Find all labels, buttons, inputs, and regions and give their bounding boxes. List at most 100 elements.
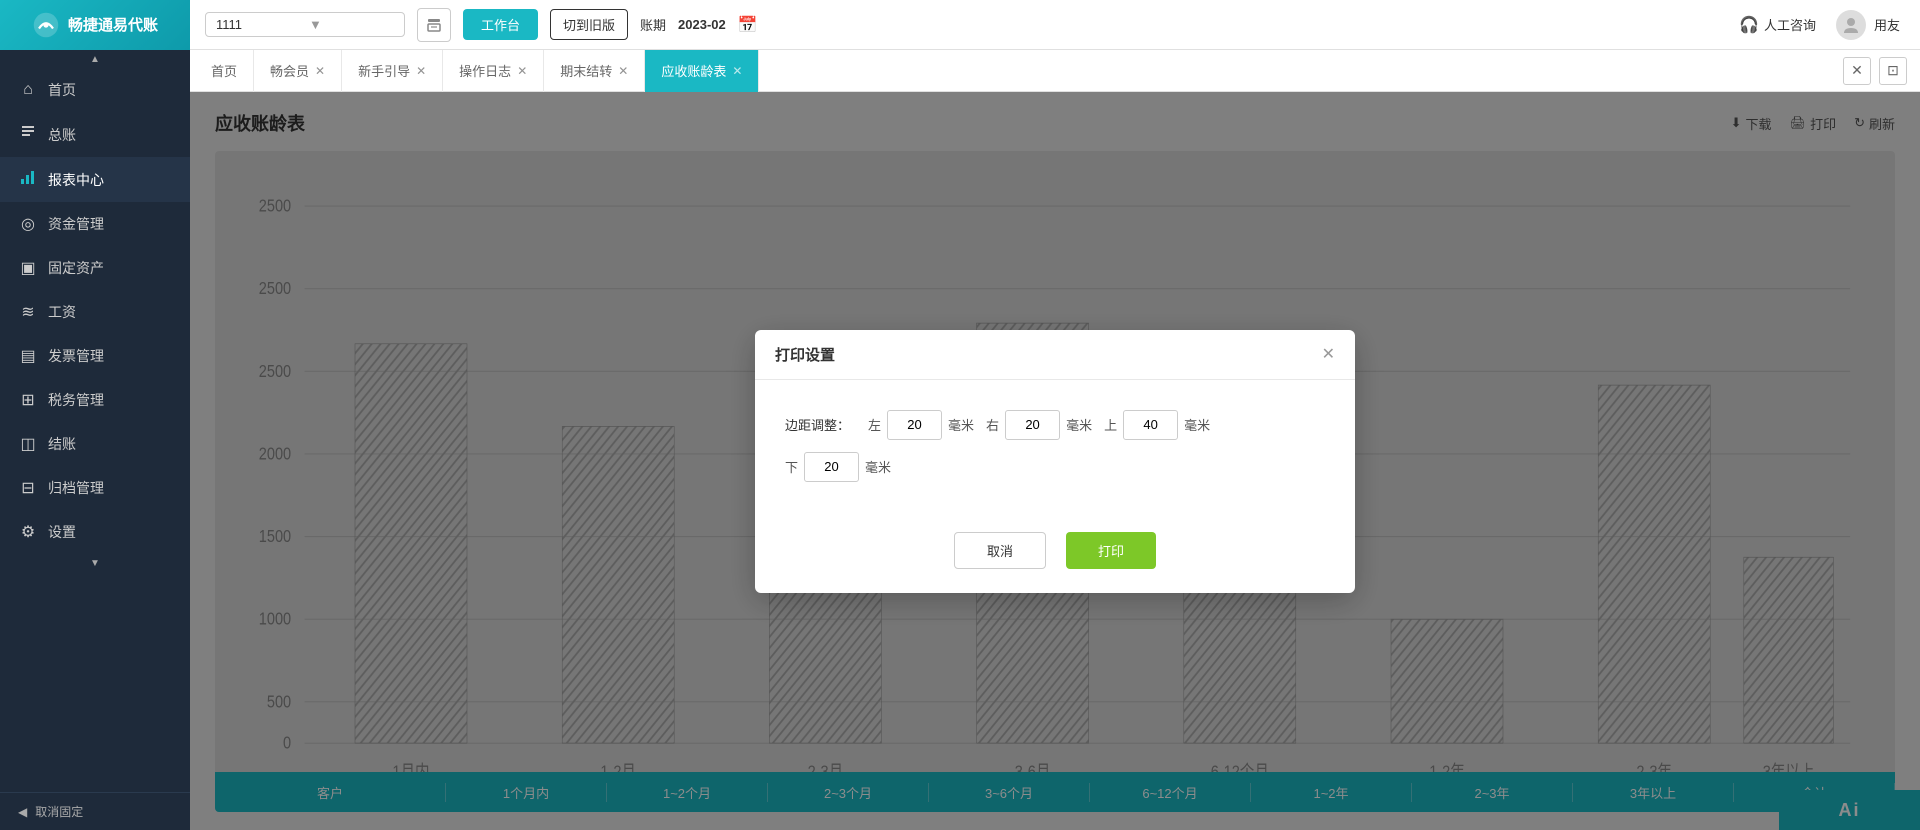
headset-icon: 🎧 — [1739, 15, 1759, 35]
sidebar-item-label: 资金管理 — [48, 214, 104, 234]
tab-guide[interactable]: 新手引导 ✕ — [342, 50, 443, 92]
old-version-button[interactable]: 切到旧版 — [550, 9, 628, 40]
tab-oplog[interactable]: 操作日志 ✕ — [443, 50, 544, 92]
margin-row: 边距调整： 左 毫米 右 毫米 — [785, 410, 1325, 482]
sidebar-item-label: 首页 — [48, 80, 76, 100]
sidebar-item-label: 归档管理 — [48, 478, 104, 498]
funds-icon: ◎ — [18, 214, 38, 234]
sidebar-item-label: 工资 — [48, 302, 76, 322]
user-label: 用友 — [1874, 15, 1900, 34]
modal-header: 打印设置 ✕ — [755, 330, 1355, 380]
tab-expand-button[interactable]: ⊡ — [1879, 57, 1907, 85]
user-area[interactable]: 用友 — [1836, 10, 1900, 40]
tab-member[interactable]: 畅会员 ✕ — [254, 50, 342, 92]
tab-close-icon[interactable]: ✕ — [618, 64, 628, 78]
sidebar-item-funds[interactable]: ◎ 资金管理 — [0, 202, 190, 246]
tab-period-end[interactable]: 期末结转 ✕ — [544, 50, 645, 92]
margin-bottom-group: 下 毫米 — [785, 452, 891, 482]
collapse-label: 取消固定 — [35, 803, 83, 820]
header-middle: 1111 ▼ 工作台 切到旧版 账期 2023-02 📅 — [190, 8, 1739, 42]
tab-label: 操作日志 — [459, 61, 511, 80]
logo: 畅捷通易代账 — [0, 0, 190, 50]
company-selector[interactable]: 1111 ▼ — [205, 12, 405, 37]
sidebar-item-salary[interactable]: ≋ 工资 — [0, 290, 190, 334]
main-layout: ▲ ⌂ 首页 总账 报表中心 ◎ 资金管理 ▣ 固定资产 ≋ 工资 — [0, 50, 1920, 830]
tab-close-icon[interactable]: ✕ — [416, 64, 426, 78]
modal-close-button[interactable]: ✕ — [1322, 344, 1335, 364]
sidebar-item-invoice[interactable]: ▤ 发票管理 — [0, 334, 190, 378]
tab-home[interactable]: 首页 — [195, 50, 254, 92]
person-icon — [1842, 16, 1860, 34]
ledger-icon — [18, 124, 38, 145]
sidebar-item-archive[interactable]: ⊟ 归档管理 — [0, 466, 190, 510]
margin-bottom-input[interactable] — [804, 452, 859, 482]
margin-right-group: 右 毫米 — [986, 410, 1092, 440]
worktable-button[interactable]: 工作台 — [463, 9, 538, 40]
bottom-label: 下 — [785, 457, 798, 476]
margin-left-group: 左 毫米 — [868, 410, 974, 440]
company-name: 1111 — [216, 17, 301, 32]
sidebar-item-label: 总账 — [48, 125, 76, 145]
assets-icon: ▣ — [18, 258, 38, 278]
settings-icon: ⚙ — [18, 522, 38, 542]
sidebar-item-label: 结账 — [48, 434, 76, 454]
margin-left-input[interactable] — [887, 410, 942, 440]
content-area: 首页 畅会员 ✕ 新手引导 ✕ 操作日志 ✕ 期末结转 ✕ 应收账龄表 ✕ — [190, 50, 1920, 830]
top-header: 畅捷通易代账 1111 ▼ 工作台 切到旧版 账期 2023-02 📅 🎧 人工… — [0, 0, 1920, 50]
archive-icon: ⊟ — [18, 478, 38, 498]
margin-top-input[interactable] — [1123, 410, 1178, 440]
tab-label: 首页 — [211, 61, 237, 80]
left-label: 左 — [868, 415, 881, 434]
tabs-bar: 首页 畅会员 ✕ 新手引导 ✕ 操作日志 ✕ 期末结转 ✕ 应收账龄表 ✕ — [190, 50, 1920, 92]
avatar — [1836, 10, 1866, 40]
sidebar-item-label: 设置 — [48, 522, 76, 542]
tab-label: 畅会员 — [270, 61, 309, 80]
archive-icon — [426, 17, 442, 33]
header-right: 🎧 人工咨询 用友 — [1739, 10, 1920, 40]
collapse-icon: ◀ — [18, 805, 27, 819]
sidebar-item-settle[interactable]: ◫ 结账 — [0, 422, 190, 466]
margin-top-group: 上 毫米 — [1104, 410, 1210, 440]
sidebar-item-label: 税务管理 — [48, 390, 104, 410]
right-unit: 毫米 — [1066, 415, 1092, 434]
modal-footer: 取消 打印 — [755, 522, 1355, 593]
sidebar: ▲ ⌂ 首页 总账 报表中心 ◎ 资金管理 ▣ 固定资产 ≋ 工资 — [0, 50, 190, 830]
invoice-icon: ▤ — [18, 346, 38, 366]
top-unit: 毫米 — [1184, 415, 1210, 434]
tab-label: 新手引导 — [358, 61, 410, 80]
cancel-button[interactable]: 取消 — [954, 532, 1046, 569]
sidebar-scroll-up[interactable]: ▲ — [0, 50, 190, 68]
home-icon: ⌂ — [18, 81, 38, 99]
margin-right-input[interactable] — [1005, 410, 1060, 440]
sidebar-item-settings[interactable]: ⚙ 设置 — [0, 510, 190, 554]
settle-icon: ◫ — [18, 434, 38, 454]
sidebar-item-label: 固定资产 — [48, 258, 104, 278]
sidebar-item-tax[interactable]: ⊞ 税务管理 — [0, 378, 190, 422]
salary-icon: ≋ — [18, 302, 38, 322]
tab-ar-aging[interactable]: 应收账龄表 ✕ — [645, 50, 759, 92]
margin-adjust-label: 边距调整： — [785, 415, 850, 434]
sidebar-item-ledger[interactable]: 总账 — [0, 112, 190, 157]
sidebar-scroll-down[interactable]: ▼ — [0, 554, 190, 572]
sidebar-item-home[interactable]: ⌂ 首页 — [0, 68, 190, 112]
print-confirm-button[interactable]: 打印 — [1066, 532, 1156, 569]
period-value: 2023-02 — [678, 17, 726, 32]
print-settings-modal: 打印设置 ✕ 边距调整： 左 毫米 右 — [755, 330, 1355, 593]
modal-body: 边距调整： 左 毫米 右 毫米 — [755, 380, 1355, 522]
consult-button[interactable]: 🎧 人工咨询 — [1739, 15, 1816, 35]
tab-label: 应收账龄表 — [661, 61, 726, 80]
sidebar-item-reports[interactable]: 报表中心 — [0, 157, 190, 202]
tab-close-icon[interactable]: ✕ — [732, 64, 742, 78]
bottom-unit: 毫米 — [865, 457, 891, 476]
archive-button[interactable] — [417, 8, 451, 42]
tab-close-icon[interactable]: ✕ — [315, 64, 325, 78]
reports-icon — [18, 169, 38, 190]
tab-close-all-button[interactable]: ✕ — [1843, 57, 1871, 85]
tab-label: 期末结转 — [560, 61, 612, 80]
sidebar-item-assets[interactable]: ▣ 固定资产 — [0, 246, 190, 290]
tabs-right: ✕ ⊡ — [1843, 57, 1915, 85]
left-unit: 毫米 — [948, 415, 974, 434]
calendar-icon[interactable]: 📅 — [738, 15, 758, 35]
sidebar-collapse-button[interactable]: ◀ 取消固定 — [0, 792, 190, 830]
tab-close-icon[interactable]: ✕ — [517, 64, 527, 78]
